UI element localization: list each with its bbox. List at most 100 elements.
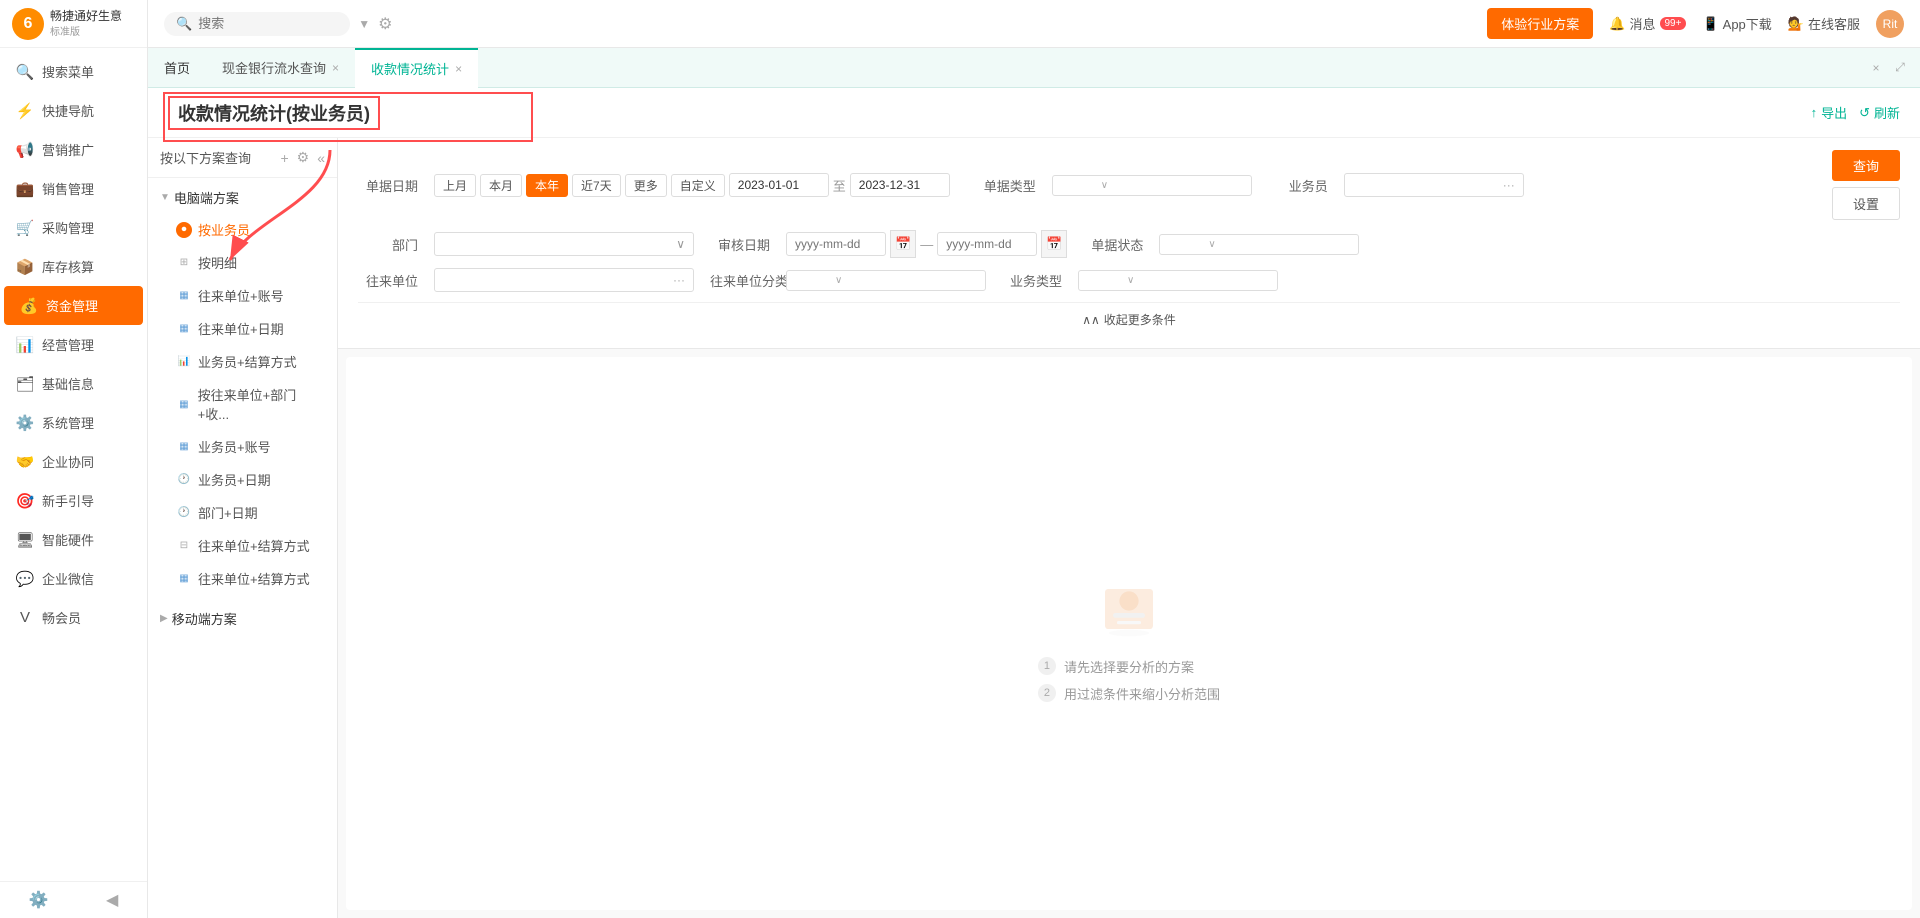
sidebar-item-operation[interactable]: 📊 经营管理 [0,325,147,364]
sidebar-item-hardware[interactable]: 🖥 智能硬件 [0,520,147,559]
notification-label: 消息 [1629,14,1655,33]
sidebar-item-search-menu[interactable]: 🔍 搜索菜单 [0,52,147,91]
review-date-calendar-from[interactable]: 📅 [890,230,916,258]
sidebar-item-marketing[interactable]: 📢 营销推广 [0,130,147,169]
partner-label: 往来单位 [358,271,418,290]
query-action-buttons: 查询 设置 [1832,150,1900,220]
demo-btn[interactable]: 体验行业方案 [1487,8,1593,39]
scheme-item-partner-account[interactable]: ▦ 往来单位+账号 [148,279,337,312]
dept-select[interactable]: ∨ [434,232,694,256]
scheme-item-label-7: 业务员+日期 [198,470,271,489]
page-header: 收款情况统计(按业务员) ↑ 导出 ↺ 刷新 [148,88,1920,138]
date-btn-7days[interactable]: 近7天 [572,174,621,197]
maximize-window-btn[interactable]: ⤢ [1892,60,1908,76]
settings-btn[interactable]: 设置 [1832,187,1900,220]
review-date-calendar-to[interactable]: 📅 [1041,230,1067,258]
scheme-item-partner-settle-1[interactable]: ⊟ 往来单位+结算方式 [148,529,337,562]
online-service-label: 在线客服 [1808,14,1860,33]
page-header-actions: ↑ 导出 ↺ 刷新 [1811,103,1900,122]
search-menu-icon: 🔍 [16,63,34,81]
salesman-select[interactable]: ··· [1344,173,1524,197]
dept-label: 部门 [358,235,418,254]
sidebar-item-sales[interactable]: 💼 销售管理 [0,169,147,208]
scheme-group-mobile-header[interactable]: ▶ 移动端方案 [148,603,337,634]
sidebar-item-quick-nav[interactable]: ⚡ 快捷导航 [0,91,147,130]
app-download-btn[interactable]: 📱 App下载 [1702,14,1771,33]
date-btn-this-month[interactable]: 本月 [480,174,522,197]
salesman-more[interactable]: ··· [1503,178,1515,192]
query-btn[interactable]: 查询 [1832,150,1900,181]
scheme-add-btn[interactable]: + [280,150,288,166]
sidebar-item-label: 搜索菜单 [42,62,94,81]
scheme-item-partner-dept[interactable]: ▦ 按往来单位+部门+收... [148,378,337,430]
partner-select[interactable]: ··· [434,268,694,292]
date-to-input[interactable] [850,173,950,197]
collapse-row[interactable]: ∧∧ 收起更多条件 [358,302,1900,336]
search-input[interactable] [198,16,338,31]
scheme-item-salesman-date[interactable]: 🕐 业务员+日期 [148,463,337,496]
biz-type-select[interactable]: ∨ [1078,270,1278,291]
tab-home[interactable]: 首页 [148,48,206,88]
sidebar-item-finance[interactable]: 💰 资金管理 [4,286,143,325]
settings-bottom-icon[interactable]: ⚙️ [29,890,49,910]
tab-bank-flow-close[interactable]: × [332,61,339,75]
scheme-group-desktop-header[interactable]: ▼ 电脑端方案 [148,182,337,213]
collapse-sidebar-icon[interactable]: ◀ [106,890,118,910]
sidebar-item-guide[interactable]: 🎯 新手引导 [0,481,147,520]
sales-icon: 💼 [16,180,34,198]
date-from-input[interactable] [729,173,829,197]
date-label: 单据日期 [358,176,418,195]
user-avatar[interactable]: Rit [1876,10,1904,38]
sidebar-item-wechat[interactable]: 💬 企业微信 [0,559,147,598]
export-btn[interactable]: ↑ 导出 [1811,103,1848,122]
service-icon: 💁 [1788,16,1804,32]
date-btn-this-year[interactable]: 本年 [526,174,568,197]
scheme-item-salesman-settle[interactable]: 📊 业务员+结算方式 [148,345,337,378]
logo-badge: 标准版 [50,23,122,38]
date-btn-more[interactable]: 更多 [625,174,667,197]
partner-more[interactable]: ··· [673,273,685,287]
doc-status-select[interactable]: ∨ [1159,234,1359,255]
topbar-dropdown-icon[interactable]: ▼ [358,17,370,31]
review-date-label: 审核日期 [710,235,770,254]
date-btn-last-month[interactable]: 上月 [434,174,476,197]
refresh-btn[interactable]: ↺ 刷新 [1859,103,1900,122]
scheme-group-desktop-label: 电脑端方案 [174,188,239,207]
notification-btn[interactable]: 🔔 消息 99+ [1609,14,1686,33]
scheme-group-desktop: ▼ 电脑端方案 ⏺ 按业务员 ⊞ 按明细 ▦ 往来单位+账号 ▦ 往来单位+ [148,178,337,599]
tab-collection-stats[interactable]: 收款情况统计 × [355,48,478,88]
date-btn-custom[interactable]: 自定义 [671,174,725,197]
close-window-btn[interactable]: × [1868,60,1884,76]
date-filter-control: 上月 本月 本年 近7天 更多 自定义 至 [434,173,950,197]
scheme-collapse-btn[interactable]: « [317,150,325,166]
sidebar-item-purchase[interactable]: 🛒 采购管理 [0,208,147,247]
topbar-search-box[interactable]: 🔍 [164,12,350,36]
online-service-btn[interactable]: 💁 在线客服 [1788,14,1860,33]
step-2-text: 用过滤条件来缩小分析范围 [1064,684,1220,703]
sidebar-item-basic-info[interactable]: 🗂 基础信息 [0,364,147,403]
scheme-item-icon-0: ⏺ [176,222,192,238]
scheme-item-by-salesman[interactable]: ⏺ 按业务员 [148,213,337,246]
scheme-item-salesman-account[interactable]: ▦ 业务员+账号 [148,430,337,463]
sidebar-item-enterprise[interactable]: 🤝 企业协同 [0,442,147,481]
scheme-item-partner-settle-2[interactable]: ▦ 往来单位+结算方式 [148,562,337,595]
partner-category-select[interactable]: ∨ [786,270,986,291]
scheme-item-dept-date[interactable]: 🕐 部门+日期 [148,496,337,529]
review-date-from[interactable] [786,232,886,256]
scheme-item-icon-9: ⊟ [176,538,192,554]
scheme-item-by-detail[interactable]: ⊞ 按明细 [148,246,337,279]
date-quick-btns: 上月 本月 本年 近7天 更多 自定义 [434,174,725,197]
sidebar-item-system[interactable]: ⚙️ 系统管理 [0,403,147,442]
scheme-settings-btn[interactable]: ⚙ [297,149,310,166]
biz-type-arrow: ∨ [1127,275,1134,286]
sidebar-item-inventory[interactable]: 📦 库存核算 [0,247,147,286]
topbar-settings-icon[interactable]: ⚙ [378,14,392,34]
sidebar-item-member[interactable]: V 畅会员 [0,598,147,637]
tab-collection-stats-close[interactable]: × [455,62,462,76]
tab-bank-flow[interactable]: 现金银行流水查询 × [206,48,355,88]
scheme-item-partner-date[interactable]: ▦ 往来单位+日期 [148,312,337,345]
doc-type-select[interactable]: ∨ [1052,175,1252,196]
export-label: 导出 [1821,103,1847,122]
scheme-item-icon-2: ▦ [176,288,192,304]
review-date-to[interactable] [937,232,1037,256]
